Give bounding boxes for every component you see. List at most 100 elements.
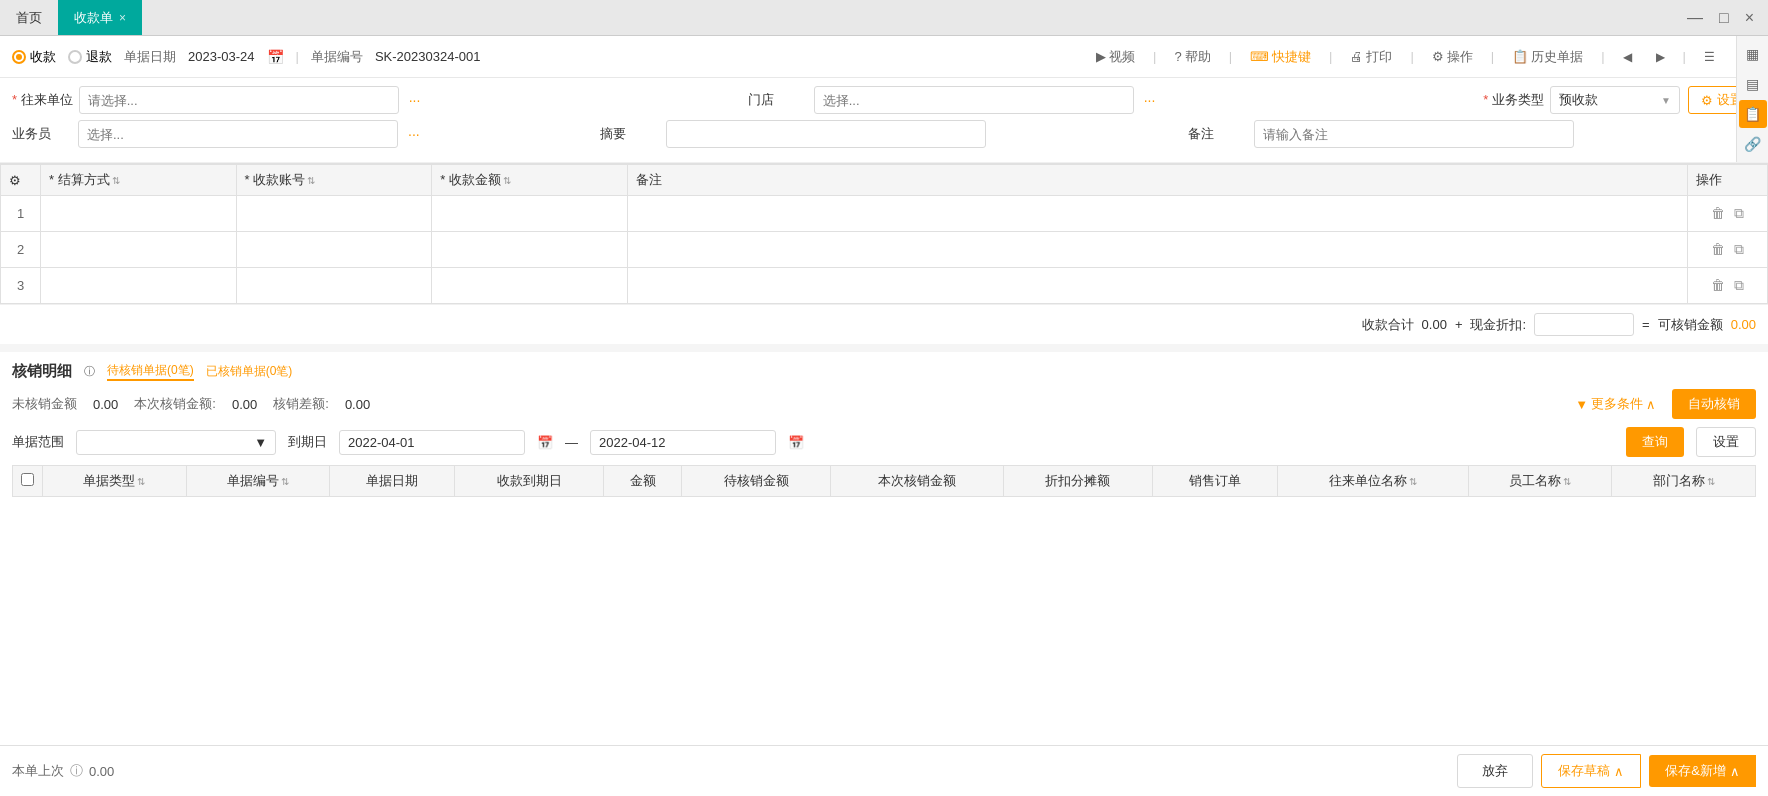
row-2-settlement[interactable] (41, 232, 237, 268)
more-conditions-btn[interactable]: ▼ 更多条件 ∧ (1575, 395, 1656, 413)
th-doc-date: 单据日期 (330, 466, 455, 497)
shortcut-icon: ⌨ (1250, 49, 1269, 64)
calendar-icon[interactable]: 📅 (267, 49, 284, 65)
due-end-input[interactable] (590, 430, 776, 455)
th-remark-label: 备注 (636, 172, 662, 187)
business-type-select[interactable]: 预收款 ▼ (1550, 86, 1680, 114)
verify-settings-btn[interactable]: 设置 (1696, 427, 1756, 457)
row-3-remark[interactable] (627, 268, 1687, 304)
row-3-settlement[interactable] (41, 268, 237, 304)
row-1-copy-icon[interactable]: ⧉ (1734, 205, 1744, 221)
help-btn[interactable]: ? 帮助 (1168, 46, 1216, 68)
staff-more-icon[interactable]: ··· (408, 126, 420, 142)
nav-right-btn[interactable]: ▶ (1650, 48, 1671, 66)
counterpart-group: 往来单位 ··· (12, 86, 728, 114)
sep8: | (1683, 49, 1686, 64)
verify-info-icon[interactable]: ⓘ (84, 364, 95, 379)
calendar-end-icon[interactable]: 📅 (788, 435, 804, 450)
video-btn[interactable]: ▶ 视频 (1090, 46, 1141, 68)
sidebar-link-icon[interactable]: 🔗 (1739, 130, 1767, 158)
sidebar-list-icon[interactable]: ▤ (1739, 70, 1767, 98)
th-doc-num: 单据编号⇅ (186, 466, 330, 497)
bottom-info: 本单上次 ⓘ 0.00 (12, 762, 114, 780)
remark-input[interactable] (1254, 120, 1574, 148)
date-value[interactable]: 2023-03-24 (188, 49, 255, 64)
row-2-copy-icon[interactable]: ⧉ (1734, 241, 1744, 257)
close-btn[interactable]: × (1739, 7, 1760, 29)
abandon-btn[interactable]: 放弃 (1457, 754, 1533, 788)
verify-tab-pending[interactable]: 待核销单据(0笔) (107, 362, 194, 381)
row-2-remark[interactable] (627, 232, 1687, 268)
table-gear-header[interactable]: ⚙ (1, 165, 41, 196)
save-new-btn[interactable]: 保存&新增 ∧ (1649, 755, 1756, 787)
table-row: 3 🗑 ⧉ (1, 268, 1768, 304)
operation-btn[interactable]: ⚙ 操作 (1426, 46, 1479, 68)
list-view-btn[interactable]: ☰ (1698, 48, 1721, 66)
row-2-account[interactable] (236, 232, 432, 268)
save-new-label: 保存&新增 (1665, 762, 1726, 780)
tab-home[interactable]: 首页 (0, 0, 58, 35)
row-3-account[interactable] (236, 268, 432, 304)
unverified-value: 0.00 (93, 397, 118, 412)
save-draft-label: 保存草稿 (1558, 762, 1610, 780)
th-account: * 收款账号⇅ (236, 165, 432, 196)
row-3-amount[interactable] (432, 268, 628, 304)
sep2: | (1153, 49, 1156, 64)
sidebar-table-icon[interactable]: ▦ (1739, 40, 1767, 68)
shop-input[interactable] (814, 86, 1134, 114)
summary-input[interactable] (666, 120, 986, 148)
tab-receipt[interactable]: 收款单 × (58, 0, 142, 35)
table-gear-icon[interactable]: ⚙ (9, 173, 21, 188)
table-row: 2 🗑 ⧉ (1, 232, 1768, 268)
row-1-amount[interactable] (432, 196, 628, 232)
th-ops: 操作 (1688, 165, 1768, 196)
summary-group: 摘要 (600, 120, 1168, 148)
maximize-btn[interactable]: □ (1713, 7, 1735, 29)
sidebar-clip-icon[interactable]: 📋 (1739, 100, 1767, 128)
counterpart-input[interactable] (79, 86, 399, 114)
shop-more-icon[interactable]: ··· (1144, 92, 1156, 108)
th-dept-label: 部门名称⇅ (1653, 473, 1715, 488)
discount-label: 现金折扣: (1470, 316, 1526, 334)
counterpart-more-icon[interactable]: ··· (409, 92, 421, 108)
filter-icon: ▼ (1575, 397, 1588, 412)
history-btn[interactable]: 📋 历史单据 (1506, 46, 1589, 68)
shortcut-label: 快捷键 (1272, 48, 1311, 66)
shortcut-btn[interactable]: ⌨ 快捷键 (1244, 46, 1317, 68)
discount-input[interactable] (1534, 313, 1634, 336)
row-3-ops: 🗑 ⧉ (1688, 268, 1768, 304)
receipt-radio-dot (12, 50, 26, 64)
save-draft-btn[interactable]: 保存草稿 ∧ (1541, 754, 1641, 788)
tab-close-btn[interactable]: × (119, 11, 126, 25)
shop-group: 门店 ··· (748, 86, 1464, 114)
operation-label: 操作 (1447, 48, 1473, 66)
auto-verify-btn[interactable]: 自动核销 (1672, 389, 1756, 419)
window-controls: — □ × (1681, 7, 1768, 29)
verify-tab-done[interactable]: 已核销单据(0笔) (206, 363, 293, 380)
number-value[interactable]: SK-20230324-001 (375, 49, 481, 64)
refund-radio[interactable]: 退款 (68, 48, 112, 66)
row-3-delete-icon[interactable]: 🗑 (1711, 277, 1725, 293)
row-2-delete-icon[interactable]: 🗑 (1711, 241, 1725, 257)
row-1-account[interactable] (236, 196, 432, 232)
range-select[interactable]: ▼ (76, 430, 276, 455)
nav-left-btn[interactable]: ◀ (1617, 48, 1638, 66)
print-btn[interactable]: 🖨 打印 (1344, 46, 1398, 68)
row-1-settlement[interactable] (41, 196, 237, 232)
row-3-copy-icon[interactable]: ⧉ (1734, 277, 1744, 293)
th-settlement: * 结算方式⇅ (41, 165, 237, 196)
receipt-radio[interactable]: 收款 (12, 48, 56, 66)
row-2-amount[interactable] (432, 232, 628, 268)
row-1-remark[interactable] (627, 196, 1687, 232)
select-all-checkbox[interactable] (21, 473, 34, 486)
query-btn[interactable]: 查询 (1626, 427, 1684, 457)
minimize-btn[interactable]: — (1681, 7, 1709, 29)
row-1-delete-icon[interactable]: 🗑 (1711, 205, 1725, 221)
main-content: 收款 退款 单据日期 2023-03-24 📅 | 单据编号 SK-202303… (0, 36, 1768, 796)
receipt-table: ⚙ * 结算方式⇅ * 收款账号⇅ * 收款金额⇅ 备注 操作 (0, 164, 1768, 304)
th-counterpart: 往来单位名称⇅ (1278, 466, 1469, 497)
staff-input[interactable] (78, 120, 398, 148)
calendar-start-icon[interactable]: 📅 (537, 435, 553, 450)
prev-value: 0.00 (89, 764, 114, 779)
due-start-input[interactable] (339, 430, 525, 455)
